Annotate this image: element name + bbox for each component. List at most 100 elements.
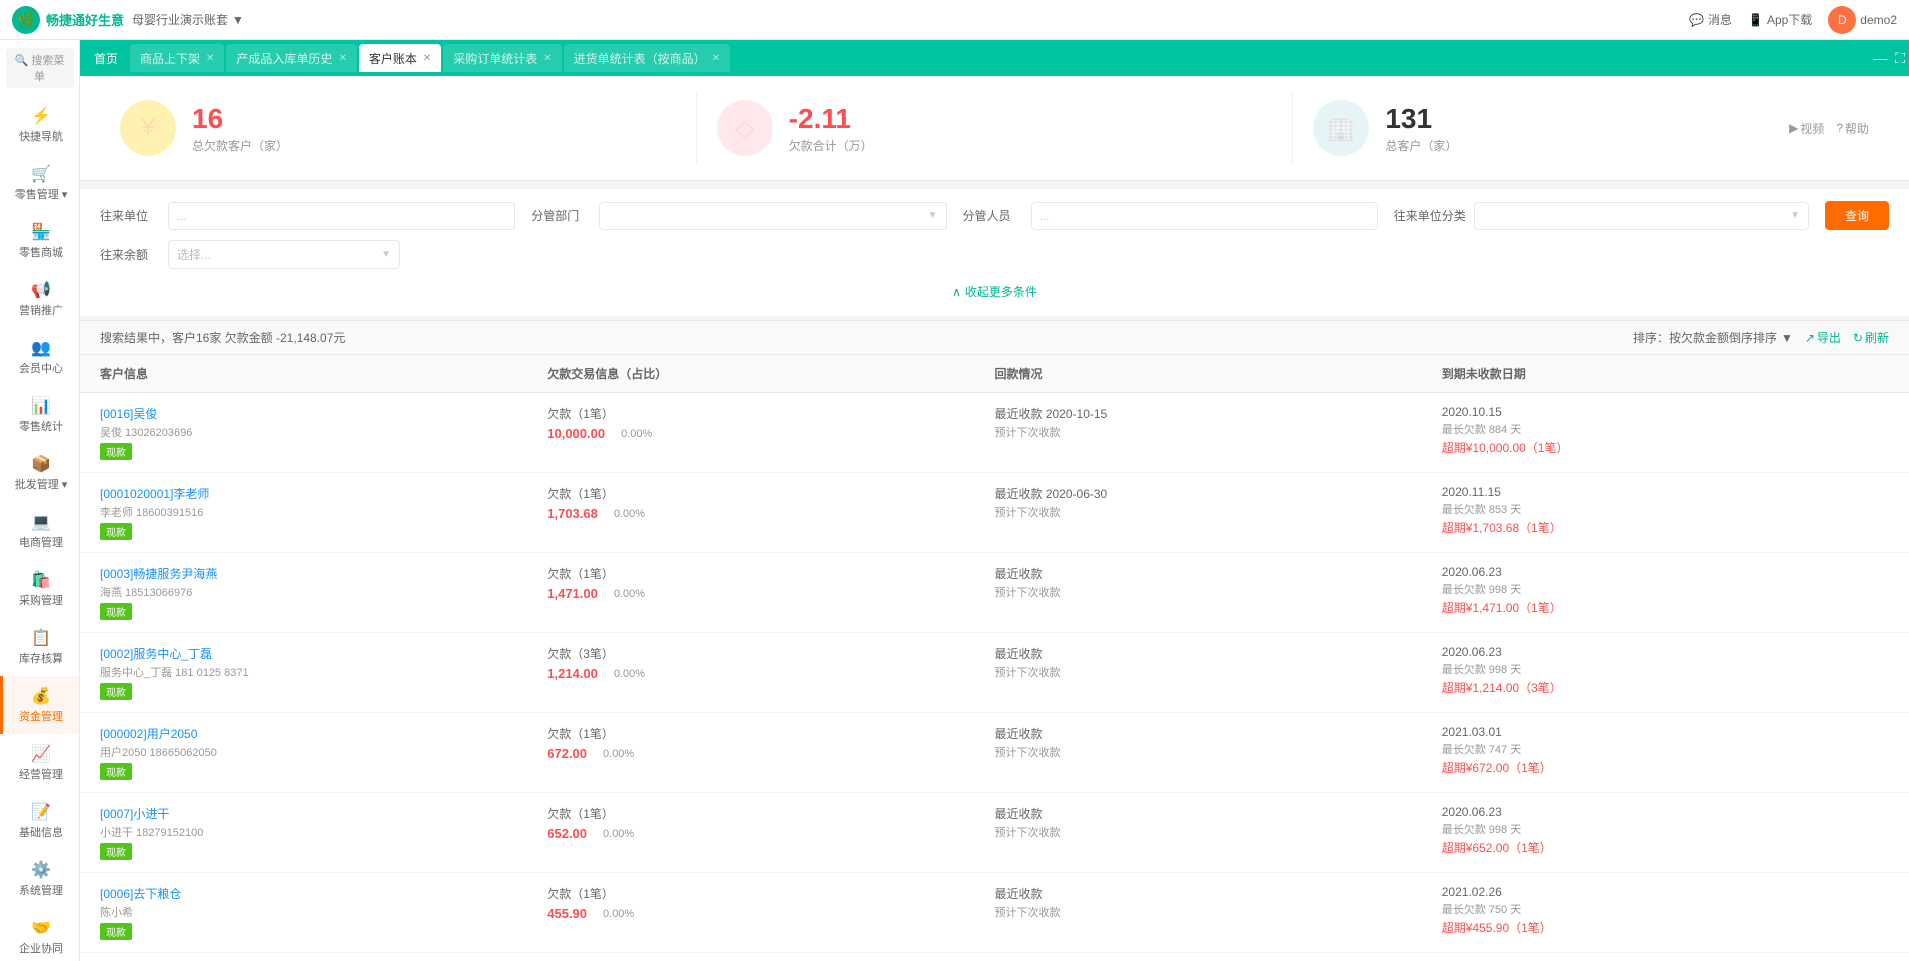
sidebar-item-marketing[interactable]: 📢 营销推广 xyxy=(0,270,79,328)
export-button[interactable]: ↗ 导出 xyxy=(1805,329,1841,346)
cell-overdue-3: 2020.06.23 最长欠款 998 天 超期¥1,214.00（3笔） xyxy=(1442,645,1889,696)
refresh-button[interactable]: ↻ 刷新 xyxy=(1853,329,1889,346)
tab-production-history[interactable]: 产成品入库单历史 ✕ xyxy=(226,44,356,72)
cell-overdue-2: 2020.06.23 最长欠款 998 天 超期¥1,471.00（1笔） xyxy=(1442,565,1889,616)
store-selector[interactable]: 母婴行业演示账套 ▼ xyxy=(132,11,244,28)
stat-number-total: -2.11 xyxy=(789,103,873,135)
customer-badge-6: 现款 xyxy=(100,923,132,940)
overdue-amount-1[interactable]: 超期¥1,703.68（1笔） xyxy=(1442,519,1889,536)
sidebar-item-purchase[interactable]: 🛍️ 采购管理 xyxy=(0,560,79,618)
sidebar-item-inventory[interactable]: 📋 库存核算 xyxy=(0,618,79,676)
tab-customer-account[interactable]: 客户账本 ✕ xyxy=(359,44,441,72)
sidebar-item-retail-stats[interactable]: 📊 零售统计 xyxy=(0,386,79,444)
sidebar-item-finance[interactable]: 💰 资金管理 xyxy=(0,676,79,734)
payment-last-5: 最近收款 xyxy=(995,805,1442,822)
overdue-amount-0[interactable]: 超期¥10,000.00（1笔） xyxy=(1442,439,1889,456)
tab-purchase-product-stats[interactable]: 进货单统计表（按商品） ✕ xyxy=(564,44,730,72)
sidebar-item-retail-mall[interactable]: 🏪 零售商城 xyxy=(0,212,79,270)
overdue-amount-6[interactable]: 超期¥455.90（1笔） xyxy=(1442,919,1889,936)
col-header-overdue: 到期未收款日期 xyxy=(1442,365,1889,382)
customer-name-6[interactable]: [0006]去下粮仓 xyxy=(100,885,547,902)
filter-select-balance-placeholder: 选择... xyxy=(177,246,211,263)
debt-amount-1[interactable]: 1,703.68 xyxy=(547,506,598,521)
filter-item-dept: 分管部门 ▼ xyxy=(531,202,946,230)
sidebar-item-collab[interactable]: 🤝 企业协同 xyxy=(0,908,79,961)
debt-amount-0[interactable]: 10,000.00 xyxy=(547,426,605,441)
overdue-amount-5[interactable]: 超期¥652.00（1笔） xyxy=(1442,839,1889,856)
tab-customer-account-close[interactable]: ✕ xyxy=(423,53,431,64)
sidebar-item-retail-mgmt[interactable]: 🛒 零售管理 ▾ xyxy=(0,154,79,212)
cell-customer-1: [0001020001]李老师 李老师 18600391516 现款 xyxy=(100,485,547,540)
customer-phone-2: 海燕 18513066976 xyxy=(100,584,547,600)
debt-amount-3[interactable]: 1,214.00 xyxy=(547,666,598,681)
payment-next-5: 预计下次收款 xyxy=(995,824,1442,840)
cell-debt-4: 欠款（1笔） 672.00 0.00% xyxy=(547,725,994,761)
video-link[interactable]: ▶ 视频 xyxy=(1789,120,1824,137)
overdue-amount-2[interactable]: 超期¥1,471.00（1笔） xyxy=(1442,599,1889,616)
finance-icon: 💰 xyxy=(7,686,75,706)
overdue-amount-4[interactable]: 超期¥672.00（1笔） xyxy=(1442,759,1889,776)
debt-count-6: 欠款（1笔） xyxy=(547,885,994,902)
sidebar-item-basic-info[interactable]: 📝 基础信息 xyxy=(0,792,79,850)
tab-purchase-stats[interactable]: 采购订单统计表 ✕ xyxy=(443,44,561,72)
sidebar-item-operation[interactable]: 📈 经营管理 xyxy=(0,734,79,792)
sidebar-item-member[interactable]: 👥 会员中心 xyxy=(0,328,79,386)
debt-ratio-1: 0.00% xyxy=(614,508,645,520)
tab-home-label: 首页 xyxy=(94,50,118,67)
tab-home[interactable]: 首页 xyxy=(84,44,128,72)
sidebar-search-button[interactable]: 🔍 搜索菜单 xyxy=(6,48,74,88)
filter-area: 往来单位 ... 分管部门 ▼ 分管人员 xyxy=(80,189,1909,316)
customer-name-1[interactable]: [0001020001]李老师 xyxy=(100,485,547,502)
sort-select[interactable]: 排序：按欠款金额倒序排序 ▼ xyxy=(1633,329,1793,346)
export-icon: ↗ xyxy=(1805,331,1815,345)
filter-input-person[interactable]: ... xyxy=(1031,202,1378,230)
help-link[interactable]: ? 帮助 xyxy=(1836,120,1869,137)
collapse-button[interactable]: ∧ 收起更多条件 xyxy=(100,279,1889,304)
sidebar-item-system[interactable]: ⚙️ 系统管理 xyxy=(0,850,79,908)
overdue-date-0: 2020.10.15 xyxy=(1442,405,1889,419)
filter-select-balance[interactable]: 选择... ▼ xyxy=(168,240,400,269)
overdue-amount-3[interactable]: 超期¥1,214.00（3笔） xyxy=(1442,679,1889,696)
tab-purchase-product-stats-close[interactable]: ✕ xyxy=(712,53,720,64)
message-button[interactable]: 💬 消息 xyxy=(1689,11,1732,28)
filter-select-category[interactable]: ▼ xyxy=(1474,202,1809,230)
cell-payment-5: 最近收款 预计下次收款 xyxy=(995,805,1442,840)
debt-amount-6[interactable]: 455.90 xyxy=(547,906,587,921)
filter-input-customer[interactable]: ... xyxy=(168,202,515,230)
debt-amount-4[interactable]: 672.00 xyxy=(547,746,587,761)
query-button[interactable]: 查询 xyxy=(1825,201,1889,230)
sidebar-item-quick-nav[interactable]: ⚡ 快捷导航 xyxy=(0,96,79,154)
debt-count-0: 欠款（1笔） xyxy=(547,405,994,422)
wholesale-icon: 📦 xyxy=(7,454,75,474)
tab-bar-actions: — ⛶ xyxy=(1873,50,1905,67)
results-bar: 搜索结果中，客户16家 欠款金额 -21,148.07元 排序：按欠款金额倒序排… xyxy=(80,320,1909,355)
overdue-days-4: 最长欠款 747 天 xyxy=(1442,741,1889,757)
user-menu[interactable]: D demo2 xyxy=(1828,6,1897,34)
tab-purchase-stats-label: 采购订单统计表 xyxy=(453,50,537,67)
tab-product-listing[interactable]: 商品上下架 ✕ xyxy=(130,44,224,72)
table-row: [0006]去下粮仓 陈小希 现款 欠款（1笔） 455.90 0.00% 最近… xyxy=(80,873,1909,953)
app-download-button[interactable]: 📱 App下载 xyxy=(1748,11,1812,28)
customer-name-5[interactable]: [0007]小进干 xyxy=(100,805,547,822)
tab-product-listing-close[interactable]: ✕ xyxy=(206,53,214,64)
customer-name-4[interactable]: [000002]用户2050 xyxy=(100,725,547,742)
tab-maximize-button[interactable]: ⛶ xyxy=(1895,50,1905,67)
help-icon: ? xyxy=(1836,121,1843,135)
filter-select-dept[interactable]: ▼ xyxy=(599,202,946,230)
tab-production-history-close[interactable]: ✕ xyxy=(338,53,346,64)
sidebar-item-ecommerce[interactable]: 💻 电商管理 xyxy=(0,502,79,560)
marketing-icon: 📢 xyxy=(7,280,75,300)
sidebar-item-wholesale[interactable]: 📦 批发管理 ▾ xyxy=(0,444,79,502)
customer-name-2[interactable]: [0003]畅捷服务尹海燕 xyxy=(100,565,547,582)
customer-badge-0: 现款 xyxy=(100,443,132,460)
sidebar-search-area[interactable]: 🔍 搜索菜单 xyxy=(0,40,79,96)
customer-name-0[interactable]: [0016]吴俊 xyxy=(100,405,547,422)
debt-amount-5[interactable]: 652.00 xyxy=(547,826,587,841)
customer-name-3[interactable]: [0002]服务中心_丁磊 xyxy=(100,645,547,662)
stat-icon-customers: 🏢 xyxy=(1313,100,1369,156)
sidebar: 🔍 搜索菜单 ⚡ 快捷导航 🛒 零售管理 ▾ 🏪 零售商城 📢 营销推广 👥 会… xyxy=(0,40,80,961)
tab-purchase-stats-close[interactable]: ✕ xyxy=(543,53,551,64)
debt-amount-2[interactable]: 1,471.00 xyxy=(547,586,598,601)
message-label: 消息 xyxy=(1708,11,1732,28)
tab-minimize-button[interactable]: — xyxy=(1873,50,1887,66)
